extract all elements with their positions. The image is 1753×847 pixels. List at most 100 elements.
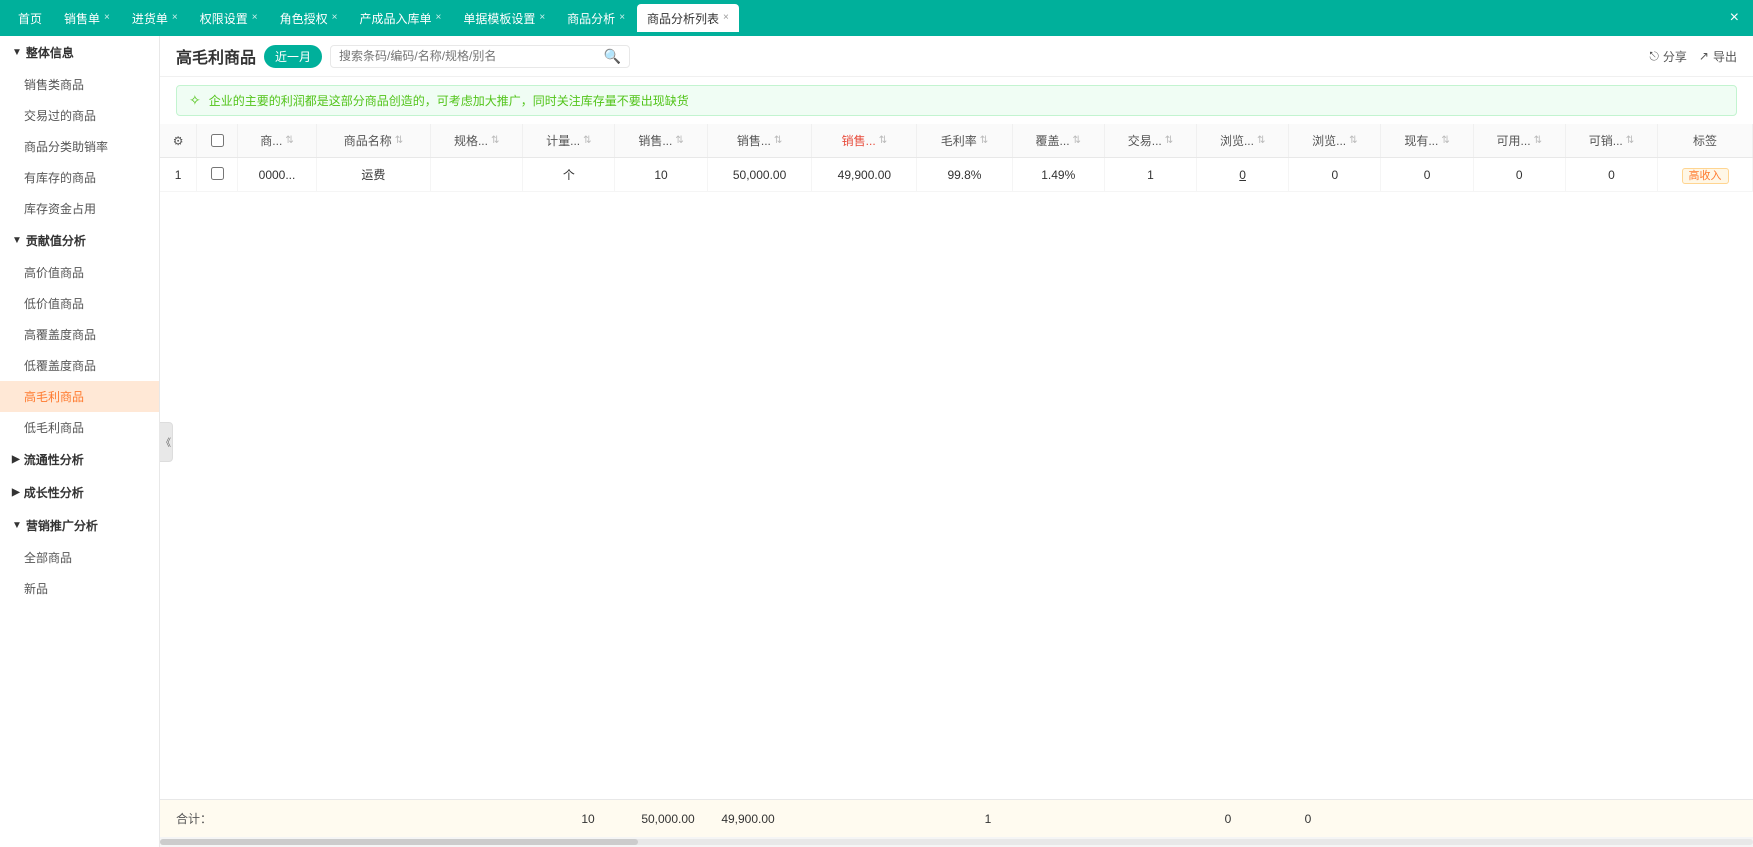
data-table: ⚙ 商... ⇅ bbox=[160, 124, 1753, 192]
col-unit: 计量... ⇅ bbox=[523, 124, 615, 158]
sort-icon-code[interactable]: ⇅ bbox=[285, 135, 293, 146]
search-icon[interactable]: 🔍 bbox=[604, 48, 621, 65]
sidebar-collapse-button[interactable]: 《 bbox=[160, 422, 173, 462]
sort-icon-saleable-stock[interactable]: ⇅ bbox=[1626, 135, 1634, 146]
col-browse2: 浏览... ⇅ bbox=[1289, 124, 1381, 158]
close-template-tab[interactable]: × bbox=[539, 13, 545, 23]
sidebar-item-stock-goods[interactable]: 有库存的商品 bbox=[0, 162, 159, 193]
cell-current-stock: 0 bbox=[1381, 158, 1473, 192]
col-index: ⚙ bbox=[160, 124, 197, 158]
tag-high-income: 高收入 bbox=[1682, 168, 1729, 184]
footer-sales-amount: 50,000.00 bbox=[628, 812, 708, 826]
sort-icon-unit[interactable]: ⇅ bbox=[583, 135, 591, 146]
filter-recent-month-button[interactable]: 近一月 bbox=[264, 45, 322, 68]
close-purchase-tab[interactable]: × bbox=[172, 13, 178, 23]
footer-label: 合计： bbox=[176, 810, 212, 827]
tab-product-in[interactable]: 产成品入库单 × bbox=[349, 4, 451, 32]
sidebar-item-low-margin[interactable]: 低毛利商品 bbox=[0, 412, 159, 443]
sidebar-item-high-value[interactable]: 高价值商品 bbox=[0, 257, 159, 288]
close-role-tab[interactable]: × bbox=[332, 13, 338, 23]
scrollbar-track bbox=[160, 839, 1753, 845]
sort-icon-current-stock[interactable]: ⇅ bbox=[1441, 135, 1449, 146]
row-checkbox[interactable] bbox=[211, 167, 224, 180]
bottom-scrollbar[interactable] bbox=[160, 837, 1753, 847]
footer-sales-qty: 10 bbox=[548, 812, 628, 826]
tab-purchase[interactable]: 进货单 × bbox=[122, 4, 188, 32]
tab-template[interactable]: 单据模板设置 × bbox=[453, 4, 555, 32]
sort-icon-gross-margin[interactable]: ⇅ bbox=[980, 135, 988, 146]
sort-icon-browse2[interactable]: ⇅ bbox=[1349, 135, 1357, 146]
sort-icon-trade-count[interactable]: ⇅ bbox=[1165, 135, 1173, 146]
col-trade-count: 交易... ⇅ bbox=[1104, 124, 1196, 158]
sort-icon-browse1[interactable]: ⇅ bbox=[1257, 135, 1265, 146]
sidebar-item-new-goods[interactable]: 新品 bbox=[0, 573, 159, 604]
table-row: 1 0000... 运费 个 10 50,000.00 49,900.00 99… bbox=[160, 158, 1753, 192]
sidebar-item-low-value[interactable]: 低价值商品 bbox=[0, 288, 159, 319]
window-close-button[interactable]: × bbox=[1724, 7, 1745, 29]
col-spec: 规格... ⇅ bbox=[431, 124, 523, 158]
sort-icon-name[interactable]: ⇅ bbox=[395, 135, 403, 146]
sidebar-item-sales-goods[interactable]: 销售类商品 bbox=[0, 69, 159, 100]
scrollbar-thumb[interactable] bbox=[160, 839, 638, 845]
select-all-checkbox[interactable] bbox=[211, 134, 224, 147]
sidebar-group-overall[interactable]: ▼ 整体信息 bbox=[0, 36, 159, 69]
header-actions: ⎋ 分享 ↗ 导出 bbox=[1649, 48, 1737, 65]
tab-analysis[interactable]: 商品分析 × bbox=[557, 4, 635, 32]
close-product-in-tab[interactable]: × bbox=[435, 13, 441, 23]
sort-icon-spec[interactable]: ⇅ bbox=[491, 135, 499, 146]
cell-unit: 个 bbox=[523, 158, 615, 192]
sidebar-item-high-margin[interactable]: 高毛利商品 bbox=[0, 381, 159, 412]
cell-code[interactable]: 0000... bbox=[238, 158, 316, 192]
close-analysis-tab[interactable]: × bbox=[619, 13, 625, 23]
sort-icon-sales-cost[interactable]: ⇅ bbox=[879, 135, 887, 146]
tab-permission[interactable]: 权限设置 × bbox=[190, 4, 268, 32]
cell-trade-count: 1 bbox=[1104, 158, 1196, 192]
sidebar-group-circulation[interactable]: ▶ 流通性分析 bbox=[0, 443, 159, 476]
cell-available-stock: 0 bbox=[1473, 158, 1565, 192]
sort-icon-sales-qty[interactable]: ⇅ bbox=[675, 135, 683, 146]
sort-icon-coverage[interactable]: ⇅ bbox=[1073, 135, 1081, 146]
close-sales-tab[interactable]: × bbox=[104, 13, 110, 23]
sort-icon-available-stock[interactable]: ⇅ bbox=[1534, 135, 1542, 146]
col-available-stock: 可用... ⇅ bbox=[1473, 124, 1565, 158]
footer-available-stock: 0 bbox=[1268, 812, 1348, 826]
col-name: 商品名称 ⇅ bbox=[316, 124, 430, 158]
export-button[interactable]: ↗ 导出 bbox=[1699, 48, 1737, 65]
tab-analysis-list[interactable]: 商品分析列表 × bbox=[637, 4, 739, 32]
sidebar-item-traded-goods[interactable]: 交易过的商品 bbox=[0, 100, 159, 131]
sidebar: ▼ 整体信息 销售类商品 交易过的商品 商品分类助销率 有库存的商品 库存资金占… bbox=[0, 36, 160, 847]
close-permission-tab[interactable]: × bbox=[252, 13, 258, 23]
col-gross-margin: 毛利率 ⇅ bbox=[917, 124, 1012, 158]
cell-gross-margin: 99.8% bbox=[917, 158, 1012, 192]
cell-saleable-stock: 0 bbox=[1565, 158, 1657, 192]
settings-icon[interactable]: ⚙ bbox=[173, 134, 184, 148]
col-current-stock: 现有... ⇅ bbox=[1381, 124, 1473, 158]
col-saleable-stock: 可销... ⇅ bbox=[1565, 124, 1657, 158]
share-button[interactable]: ⎋ 分享 bbox=[1649, 48, 1687, 65]
cell-tag: 高收入 bbox=[1658, 158, 1753, 192]
cell-browse1[interactable]: 0 bbox=[1197, 158, 1289, 192]
tab-home[interactable]: 首页 bbox=[8, 4, 52, 32]
cell-sales-cost: 49,900.00 bbox=[812, 158, 917, 192]
search-input[interactable] bbox=[339, 49, 604, 63]
sidebar-group-contribution[interactable]: ▼ 贡献值分析 bbox=[0, 224, 159, 257]
sidebar-item-stock-capital[interactable]: 库存资金占用 bbox=[0, 193, 159, 224]
close-analysis-list-tab[interactable]: × bbox=[723, 13, 729, 23]
tab-sales[interactable]: 销售单 × bbox=[54, 4, 120, 32]
tab-role[interactable]: 角色授权 × bbox=[270, 4, 348, 32]
chevron-right-icon-2: ▶ bbox=[12, 487, 20, 498]
sidebar-item-all-goods[interactable]: 全部商品 bbox=[0, 542, 159, 573]
chevron-right-icon: ▶ bbox=[12, 454, 20, 465]
sidebar-group-marketing[interactable]: ▼ 营销推广分析 bbox=[0, 509, 159, 542]
sidebar-item-low-coverage[interactable]: 低覆盖度商品 bbox=[0, 350, 159, 381]
cell-spec bbox=[431, 158, 523, 192]
search-box: 🔍 bbox=[330, 45, 630, 68]
col-sales-qty: 销售... ⇅ bbox=[615, 124, 707, 158]
table-container[interactable]: ⚙ 商... ⇅ bbox=[160, 124, 1753, 799]
sidebar-item-high-coverage[interactable]: 高覆盖度商品 bbox=[0, 319, 159, 350]
sidebar-item-category-rate[interactable]: 商品分类助销率 bbox=[0, 131, 159, 162]
sidebar-group-growth[interactable]: ▶ 成长性分析 bbox=[0, 476, 159, 509]
cell-checkbox bbox=[197, 158, 238, 192]
browse1-link[interactable]: 0 bbox=[1239, 168, 1246, 182]
sort-icon-sales-amount[interactable]: ⇅ bbox=[774, 135, 782, 146]
